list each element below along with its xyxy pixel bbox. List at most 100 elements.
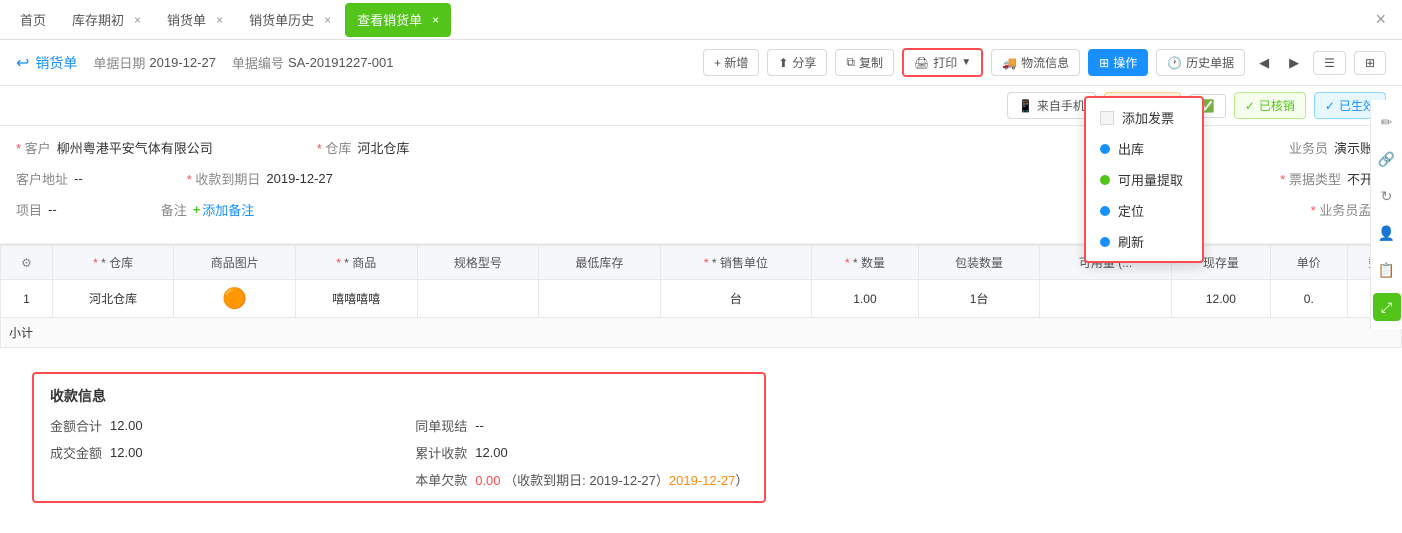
view-toggle-card[interactable]: ⊞: [1354, 51, 1386, 75]
due-value: 0.00 （收款到期日: 2019-12-27）2019-12-27）: [475, 470, 748, 489]
confirm-icon: ✓: [1245, 99, 1255, 113]
row-num: 1: [1, 280, 53, 318]
doc-header: ↩ 销货单 单据日期 2019-12-27 单据编号 SA-20191227-0…: [0, 40, 1402, 86]
window-close-button[interactable]: ×: [1367, 5, 1394, 34]
cumulative-row: 累计收款 12.00: [415, 443, 748, 462]
row-current-stock: 12.00: [1171, 280, 1270, 318]
print-button[interactable]: 🖨 打印 ▼: [902, 48, 983, 77]
locate-item[interactable]: 定位: [1086, 195, 1202, 226]
col-settings[interactable]: ⚙: [1, 246, 53, 280]
due-row: 本单欠款 0.00 （收款到期日: 2019-12-27）2019-12-27）: [415, 470, 748, 489]
copy-button[interactable]: ⧉ 复制: [835, 49, 894, 76]
new-button-label: + 新增: [714, 54, 748, 71]
right-sidebar: ✏ 🔗 ↻ 👤 📋 ⤢: [1370, 100, 1402, 329]
salesperson-label: 业务员孟: [1311, 200, 1372, 219]
tab-inventory-init-close[interactable]: ×: [134, 13, 141, 27]
address-value: --: [74, 171, 83, 186]
payment-date-field: 收款到期日 2019-12-27: [187, 169, 333, 188]
confirmed-button[interactable]: ✓ 已核销: [1234, 92, 1306, 119]
settings-icon[interactable]: ⚙: [21, 256, 32, 270]
project-field: 项目 --: [16, 200, 57, 219]
tab-sales-history[interactable]: 销货单历史 ×: [237, 3, 343, 37]
sidebar-link-icon[interactable]: 🔗: [1372, 145, 1401, 174]
total-amount-label: 金额合计: [50, 416, 102, 435]
customer-field: 客户 柳州粤港平安气体有限公司: [16, 138, 213, 157]
col-min-stock: 最低库存: [539, 246, 661, 280]
print-button-label: 打印: [933, 54, 957, 71]
history-button-label: 历史单据: [1186, 54, 1234, 71]
add-invoice-item[interactable]: 添加发票: [1086, 102, 1202, 133]
summary-section: 收款信息 金额合计 12.00 同单现结 -- 成交金额 12.00: [32, 372, 766, 503]
col-spec: 规格型号: [417, 246, 539, 280]
doc-title: 销货单: [35, 53, 77, 73]
confirm-label: 已核销: [1259, 97, 1295, 114]
dot-blue-icon: [1100, 144, 1110, 154]
doc-number-field: 单据编号 SA-20191227-001: [232, 53, 394, 72]
tab-inventory-init[interactable]: 库存期初 ×: [60, 3, 153, 37]
subtotal-label: 小计: [1, 318, 1402, 348]
doc-date-value: 2019-12-27: [149, 55, 216, 70]
nav-next[interactable]: ▶: [1283, 51, 1305, 75]
transaction-label: 成交金额: [50, 443, 102, 462]
col-image: 商品图片: [174, 246, 296, 280]
summary-container: 收款信息 金额合计 12.00 同单现结 -- 成交金额 12.00: [0, 348, 1402, 527]
row-unit: 台: [660, 280, 812, 318]
dot-green-icon: [1100, 175, 1110, 185]
operations-dropdown: 添加发票 出库 可用量提取 定位 刷新: [1084, 96, 1204, 263]
page-wrapper: 首页 库存期初 × 销货单 × 销货单历史 × 查看销货单 × × ↩ 销货单: [0, 0, 1402, 533]
table-row: 1 河北仓库 🟠 嘻嘻嘻嘻 台 1.00 1台 12.00 0.: [1, 280, 1402, 318]
share-button[interactable]: ⬆ 分享: [767, 49, 827, 76]
customer-label: 客户: [16, 138, 51, 157]
warehouse-value: 河北仓库: [357, 138, 409, 157]
payment-date-label: 收款到期日: [187, 169, 261, 188]
print-icon: 🖨: [914, 56, 929, 70]
refresh-label: 刷新: [1118, 232, 1144, 251]
doc-date-label: 单据日期: [93, 53, 145, 72]
col-pkg-qty: 包装数量: [918, 246, 1040, 280]
add-note-button[interactable]: + 添加备注: [193, 200, 255, 219]
tab-sales-history-close[interactable]: ×: [324, 13, 331, 27]
sidebar-expand-icon[interactable]: ⤢: [1373, 293, 1401, 321]
tab-view-sales-close[interactable]: ×: [432, 13, 439, 27]
locate-label: 定位: [1118, 201, 1144, 220]
doc-actions: + 新增 ⬆ 分享 ⧉ 复制 🖨 打印 ▼ 🚚 物流信息: [703, 48, 1386, 77]
warehouse-label: 仓库: [317, 138, 352, 157]
staff-label: 业务员: [1289, 138, 1328, 157]
view-toggle-list[interactable]: ☰: [1313, 51, 1346, 75]
address-label: 客户地址: [16, 169, 68, 188]
sidebar-refresh-icon[interactable]: ↻: [1375, 182, 1399, 211]
tab-sales-order-close[interactable]: ×: [216, 13, 223, 27]
col-warehouse: * 仓库: [52, 246, 174, 280]
grid-icon: ⊞: [1099, 56, 1109, 70]
note-label: 备注: [161, 200, 187, 219]
logistics-button[interactable]: 🚚 物流信息: [991, 49, 1080, 76]
from-phone-button[interactable]: 📱 来自手机: [1007, 92, 1096, 119]
subtotal-row: 小计: [1, 318, 1402, 348]
share-icon: ⬆: [778, 56, 788, 70]
same-order-label: 同单现结: [415, 416, 467, 435]
ticket-label: 票据类型: [1280, 169, 1341, 188]
history-button[interactable]: 🕐 历史单据: [1156, 49, 1245, 76]
tab-view-sales[interactable]: 查看销货单 ×: [345, 3, 451, 37]
operations-button[interactable]: ⊞ 操作: [1088, 49, 1148, 76]
col-unit: * 销售单位: [660, 246, 812, 280]
tab-sales-order[interactable]: 销货单 ×: [155, 3, 235, 37]
transaction-value: 12.00: [110, 445, 143, 460]
history-icon: 🕐: [1167, 56, 1182, 70]
tab-home[interactable]: 首页: [8, 3, 58, 37]
copy-button-label: 复制: [859, 54, 883, 71]
sidebar-user-icon[interactable]: 👤: [1372, 219, 1401, 248]
same-order-row: 同单现结 --: [415, 416, 748, 435]
new-button[interactable]: + 新增: [703, 49, 759, 76]
sidebar-history-icon[interactable]: 📋: [1372, 256, 1401, 285]
due-label: 本单欠款: [415, 470, 467, 489]
outbound-item[interactable]: 出库: [1086, 133, 1202, 164]
sidebar-edit-icon[interactable]: ✏: [1375, 108, 1399, 137]
tab-home-label: 首页: [20, 10, 46, 29]
nav-prev[interactable]: ◀: [1253, 51, 1275, 75]
share-button-label: 分享: [792, 54, 816, 71]
refresh-item[interactable]: 刷新: [1086, 226, 1202, 257]
due-date: 2019-12-27: [669, 473, 736, 488]
available-qty-item[interactable]: 可用量提取: [1086, 164, 1202, 195]
summary-title: 收款信息: [50, 386, 748, 406]
